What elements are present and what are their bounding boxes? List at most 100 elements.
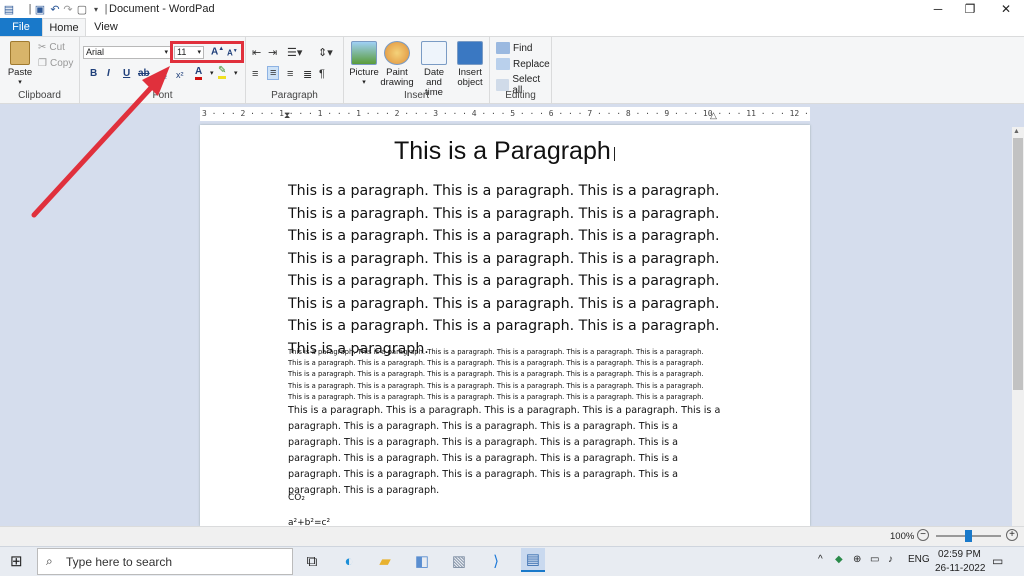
replace-button[interactable]: Replace [496,58,550,70]
zoom-in-icon[interactable]: + [1006,529,1018,541]
windows-start-icon[interactable]: ⊞ [10,552,23,570]
editing-group-label: Editing [505,90,536,101]
tab-file[interactable]: File [0,18,42,36]
highlight-icon[interactable]: ✎ [218,66,227,79]
notifications-icon[interactable]: ▭ [992,554,1003,568]
text-cursor [614,147,615,161]
scroll-up-icon[interactable]: ▲ [1013,128,1020,135]
minimize-button[interactable]: ─ [922,0,954,18]
align-center-icon[interactable]: ≡ [267,66,280,80]
insert-object-label: Insert object [457,67,483,88]
replace-label: Replace [513,58,550,70]
clipboard-group-label: Clipboard [18,90,61,101]
editing-group: Find Replace Select all Editing [490,37,552,103]
copy-button[interactable]: ❐ Copy [38,58,73,69]
edge-icon[interactable]: ◐ [338,551,360,571]
tab-home[interactable]: Home [42,18,86,37]
copy-icon: ❐ [38,58,47,69]
increase-indent-icon[interactable]: ⇥ [268,46,277,59]
undo-icon[interactable]: ↶ [48,2,62,16]
picture-button[interactable]: Picture ▾ [348,41,380,88]
redo-icon[interactable]: ↷ [61,2,75,16]
print-preview-icon[interactable]: ▢ [75,2,89,16]
zoom-out-icon[interactable]: − [917,529,929,541]
insert-object-button[interactable]: Insert object [454,41,486,88]
restore-button[interactable]: ❐ [954,0,986,18]
wordpad-app-icon[interactable]: ▤ [2,2,16,16]
search-icon: ⌕ [46,554,53,568]
chevron-down-icon: ▾ [18,79,22,86]
font-color-icon[interactable]: A [195,67,203,80]
subscript-icon[interactable]: x₂ [159,70,167,80]
show-hidden-icons[interactable]: ^ [818,554,823,565]
binoculars-icon [496,42,510,54]
clock-date[interactable]: 26-11-2022 [935,563,985,574]
bold-button[interactable]: B [90,68,97,79]
zoom-slider-thumb[interactable] [965,530,972,542]
title-bar: ▤ | ▣ ↶ ↷ ▢ ▾ | Document - WordPad ─ ❐ ✕ [0,0,1024,18]
file-explorer-icon[interactable]: ▰ [374,551,396,571]
task-view-icon[interactable]: ⧉ [301,551,323,571]
font-family-value: Arial [86,47,105,57]
subscript-text: CO₂ [288,493,305,503]
align-right-icon[interactable]: ≡ [287,68,293,80]
cut-label: Cut [49,42,65,53]
language-indicator[interactable]: ENG [908,554,930,565]
photos-icon[interactable]: ▧ [448,551,470,571]
chevron-down-icon[interactable]: ▾ [234,69,238,77]
align-left-icon[interactable]: ≡ [252,68,258,80]
save-icon[interactable]: ▣ [33,2,47,16]
search-placeholder: Type here to search [66,554,173,569]
close-button[interactable]: ✕ [990,0,1022,18]
find-label: Find [513,42,533,54]
clock-time[interactable]: 02:59 PM [938,549,981,560]
status-bar: 100% − + [0,526,1024,546]
insert-group-label: Insert [403,90,429,101]
font-group-label: Font [152,90,173,101]
battery-icon[interactable]: ▭ [870,554,879,565]
paragraph-group-label: Paragraph [271,90,318,101]
wordpad-taskbar-icon[interactable]: ▤ [521,548,545,572]
strikethrough-icon[interactable]: ab [138,68,150,79]
tab-view[interactable]: View [88,18,124,36]
find-button[interactable]: Find [496,42,532,54]
italic-button[interactable]: I [107,68,110,79]
network-globe-icon[interactable]: ⊕ [853,554,861,565]
right-indent-marker-icon[interactable]: △ [710,111,717,120]
zoom-level: 100% [890,531,915,542]
insert-group: Picture ▾ Paint drawing Date and time Ins… [344,37,490,103]
document-page[interactable]: This is a Paragraph This is a paragraph.… [200,125,810,528]
ruler[interactable]: 3 · · · 2 · · · 1 · · · 1 · · · 1 · · · … [200,107,810,121]
chevron-down-icon: ▾ [362,79,366,86]
paragraph-medium: This is a paragraph. This is a paragraph… [288,405,721,496]
decrease-indent-icon[interactable]: ⇤ [252,46,261,59]
cut-button[interactable]: ✂ Cut [38,42,65,53]
chevron-down-icon[interactable]: ▾ [210,69,214,77]
underline-button[interactable]: U [123,68,130,79]
vscode-icon[interactable]: ⟩ [485,551,507,571]
paint-drawing-label: Paint drawing [380,67,414,88]
ribbon-tabs: File Home View [0,18,1024,37]
font-family-select[interactable]: Arial ▾ [83,46,171,59]
paste-label: Paste [7,67,33,78]
app-icon[interactable]: ◧ [411,551,433,571]
palette-icon [384,41,410,65]
indent-marker-icon[interactable]: ⧗ [284,111,290,120]
document-title: This is a Paragraph [394,137,611,165]
paste-button[interactable]: Paste ▾ [6,41,34,88]
line-spacing-icon[interactable]: ⇕▾ [318,46,333,59]
taskbar-search-input[interactable]: ⌕ Type here to search [37,548,293,575]
superscript-icon[interactable]: x² [176,70,184,80]
annotation-highlight-box [170,41,244,63]
bullet-list-icon[interactable]: ☰▾ [287,46,302,59]
scrollbar-thumb[interactable] [1013,138,1023,390]
paragraph-small: This is a paragraph. This is a paragraph… [288,348,704,401]
justify-icon[interactable]: ≣ [303,68,312,81]
tray-app-icon[interactable]: ◆ [835,554,843,565]
picture-icon [351,41,377,65]
chevron-down-icon: ▾ [164,49,168,56]
paint-drawing-button[interactable]: Paint drawing [380,41,414,88]
replace-icon [496,58,510,70]
volume-icon[interactable]: ♪ [888,554,893,565]
paragraph-settings-icon[interactable]: ¶ [319,68,325,80]
